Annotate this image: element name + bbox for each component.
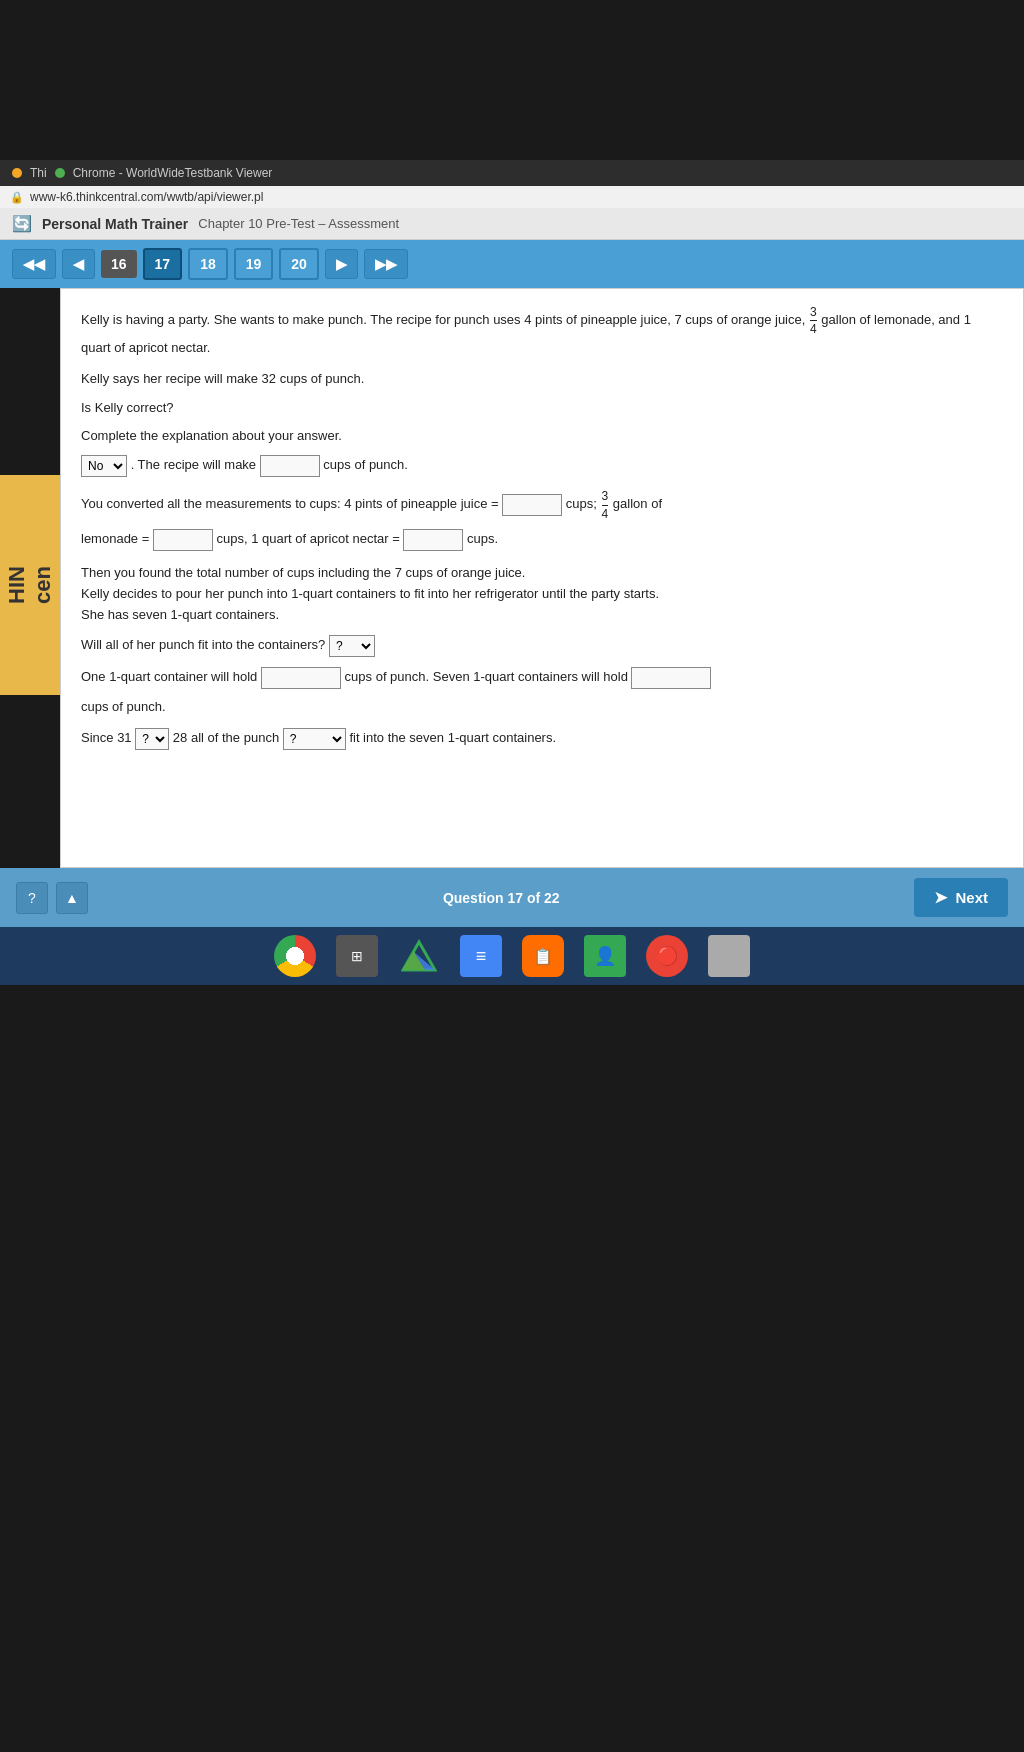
one-quart-suffix-text: cups of punch. Seven 1-quart containers …: [345, 670, 628, 685]
kelly-cups-text: Kelly says her recipe will make 32 cups …: [81, 371, 364, 386]
since-num-text: 28: [173, 731, 187, 746]
alert-button[interactable]: ▲: [56, 882, 88, 914]
will-fit-dropdown[interactable]: ? Yes No: [329, 635, 375, 657]
lock-icon: 🔒: [10, 191, 24, 204]
line3-section: Is Kelly correct?: [81, 398, 1003, 419]
fit-suffix-text: fit into the seven 1-quart containers.: [349, 731, 556, 746]
address-bar[interactable]: 🔒 www-k6.thinkcentral.com/wwtb/api/viewe…: [0, 186, 1024, 208]
line4-section: Complete the explanation about your answ…: [81, 426, 1003, 447]
complete-explanation-text: Complete the explanation about your answ…: [81, 428, 342, 443]
answer-section: No Yes . The recipe will make cups of pu…: [81, 455, 1003, 477]
nav-back1-button[interactable]: ◀: [62, 249, 95, 279]
since-section: Since 31 ? > < = 28 all of the punch ? w…: [81, 728, 1003, 750]
gallon-of-text: gallon of: [613, 497, 662, 512]
tab-indicator: [12, 168, 22, 178]
question-counter: Question 17 of 22: [443, 890, 560, 906]
conversion-intro-text: You converted all the measurements to cu…: [81, 497, 499, 512]
question-intro: Kelly is having a party. She wants to ma…: [81, 305, 1003, 359]
lemonade-section: lemonade = cups, 1 quart of apricot nect…: [81, 529, 1003, 551]
side-panel-text: HINcen: [4, 566, 56, 604]
one-quart-section: One 1-quart container will hold cups of …: [81, 667, 1003, 689]
fraction-numerator: 3: [810, 305, 817, 321]
orange-icon[interactable]: 📋: [522, 935, 564, 977]
apricot-cups-input[interactable]: [403, 529, 463, 551]
fraction-3-4-b: 3 4: [602, 489, 609, 521]
one-quart-input[interactable]: [261, 667, 341, 689]
taskbar: ⊞ ≡ 📋 👤 🔴: [0, 927, 1024, 985]
help-icon: ?: [28, 890, 36, 906]
navigation-bar: ◀◀ ◀ 16 17 18 19 20 ▶ ▶▶: [0, 240, 1024, 288]
lemonade-suffix-text: cups, 1 quart of apricot nectar =: [217, 531, 400, 546]
pmt-icon: 🔄: [12, 214, 32, 233]
nav-page-18[interactable]: 18: [188, 248, 228, 280]
conversion-section: You converted all the measurements to cu…: [81, 489, 1003, 521]
red-icon[interactable]: 🔴: [646, 935, 688, 977]
question-intro-text: Kelly is having a party. She wants to ma…: [81, 312, 805, 327]
since-text: Since 31: [81, 731, 132, 746]
nav-page-19[interactable]: 19: [234, 248, 274, 280]
since-compare-dropdown[interactable]: ? > < =: [135, 728, 169, 750]
tab-label-2: Chrome - WorldWideTestbank Viewer: [73, 166, 273, 180]
grid-icon[interactable]: ⊞: [336, 935, 378, 977]
since-suffix-text: all of the punch: [191, 731, 279, 746]
yes-no-dropdown[interactable]: No Yes: [81, 455, 127, 477]
bottom-left-buttons: ? ▲: [16, 882, 88, 914]
recipe-will-make-text: . The recipe will make: [131, 458, 256, 473]
nav-forward2-button[interactable]: ▶▶: [364, 249, 408, 279]
next-arrow-icon: ➤: [934, 888, 947, 907]
lemonade-cups-input[interactable]: [153, 529, 213, 551]
browser-tab-bar: Thi Chrome - WorldWideTestbank Viewer: [0, 160, 1024, 186]
tab-label-1: Thi: [30, 166, 47, 180]
cups-input-1[interactable]: [260, 455, 320, 477]
pineapple-cups-input[interactable]: [502, 494, 562, 516]
docs-icon[interactable]: ≡: [460, 935, 502, 977]
found-text: Then you found the total number of cups …: [81, 563, 1003, 584]
nav-page-17[interactable]: 17: [143, 248, 183, 280]
next-label: Next: [955, 889, 988, 906]
nav-back2-button[interactable]: ◀◀: [12, 249, 56, 279]
fraction-b-numerator: 3: [602, 489, 609, 505]
found-section: Then you found the total number of cups …: [81, 563, 1003, 625]
alert-icon: ▲: [65, 890, 79, 906]
gray-icon[interactable]: [708, 935, 750, 977]
chapter-title: Chapter 10 Pre-Test – Assessment: [198, 216, 399, 231]
next-button[interactable]: ➤ Next: [914, 878, 1008, 917]
line2-section: Kelly says her recipe will make 32 cups …: [81, 369, 1003, 390]
tab-indicator-2: [55, 168, 65, 178]
seven-quart-input[interactable]: [631, 667, 711, 689]
containers-text: She has seven 1-quart containers.: [81, 605, 1003, 626]
lemonade-label-text: lemonade =: [81, 531, 149, 546]
is-kelly-correct-text: Is Kelly correct?: [81, 400, 173, 415]
app-header: 🔄 Personal Math Trainer Chapter 10 Pre-T…: [0, 208, 1024, 240]
nav-forward1-button[interactable]: ▶: [325, 249, 358, 279]
will-fit-section: Will all of her punch fit into the conta…: [81, 635, 1003, 657]
folder-icon[interactable]: 👤: [584, 935, 626, 977]
nav-page-20[interactable]: 20: [279, 248, 319, 280]
url-text: www-k6.thinkcentral.com/wwtb/api/viewer.…: [30, 190, 263, 204]
bottom-bar: ? ▲ Question 17 of 22 ➤ Next: [0, 868, 1024, 927]
fit-dropdown[interactable]: ? will will not: [283, 728, 346, 750]
fraction-denominator: 4: [810, 321, 817, 336]
side-panel: HINcen: [0, 475, 60, 695]
chrome-icon[interactable]: [274, 935, 316, 977]
lemonade-suffix2-text: cups.: [467, 531, 498, 546]
fraction-b-denominator: 4: [602, 506, 609, 521]
cups-of-punch-text: cups of punch.: [323, 458, 408, 473]
help-button[interactable]: ?: [16, 882, 48, 914]
app-title: Personal Math Trainer: [42, 216, 188, 232]
drive-icon[interactable]: [398, 935, 440, 977]
cups-punch-line: cups of punch.: [81, 697, 1003, 718]
question-content: Kelly is having a party. She wants to ma…: [60, 288, 1024, 868]
cups-semicolon-text: cups;: [566, 497, 597, 512]
one-quart-text: One 1-quart container will hold: [81, 670, 257, 685]
cups-punch-label: cups of punch.: [81, 699, 166, 714]
nav-page-16[interactable]: 16: [101, 250, 137, 278]
will-fit-text: Will all of her punch fit into the conta…: [81, 638, 325, 653]
pour-text: Kelly decides to pour her punch into 1-q…: [81, 584, 1003, 605]
fraction-3-4: 3 4: [810, 305, 817, 337]
